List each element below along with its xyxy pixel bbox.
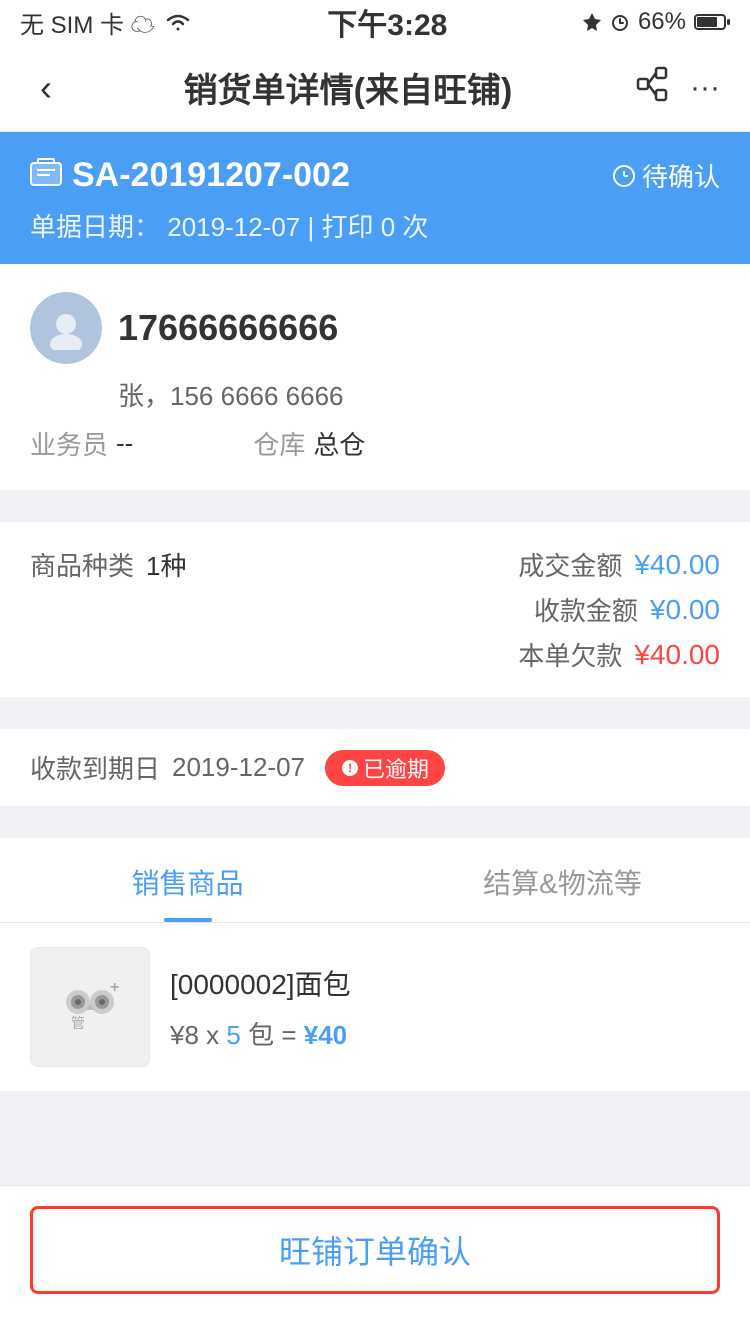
due-date-value: 2019-12-07 xyxy=(172,752,305,783)
avatar xyxy=(30,292,102,364)
status-time: 下午3:28 xyxy=(327,0,447,44)
collected-label: 收款金额 xyxy=(534,591,638,628)
product-item: + 管 [0000002]面包 ¥8 x 5 包 = ¥40 xyxy=(30,947,720,1067)
tab-settlement[interactable]: 结算&物流等 xyxy=(375,838,750,922)
warehouse-label: 仓库 xyxy=(253,425,305,462)
tabs: 销售商品 结算&物流等 xyxy=(0,838,750,923)
confirm-button[interactable]: 旺铺订单确认 xyxy=(30,1206,720,1294)
battery-label: 66% xyxy=(638,8,686,36)
owed-value: ¥40.00 xyxy=(634,639,720,671)
divider-1 xyxy=(0,506,750,522)
due-date-card: 收款到期日 2019-12-07 ! 已逾期 xyxy=(0,729,750,806)
status-left: 无 SIM 卡 ☁ xyxy=(20,5,193,40)
wifi-icon xyxy=(163,11,193,33)
overdue-badge: ! 已逾期 xyxy=(325,750,445,786)
due-date-label: 收款到期日 xyxy=(30,749,160,786)
status-bar: 无 SIM 卡 ☁ 下午3:28 66% xyxy=(0,0,750,44)
order-icon xyxy=(30,156,62,195)
category-value: 1种 xyxy=(146,546,186,583)
nav-bar: ‹ 销货单详情(来自旺铺) ··· xyxy=(0,44,750,132)
warning-icon: ! xyxy=(341,759,359,777)
page-title: 销货单详情(来自旺铺) xyxy=(62,63,634,112)
more-button[interactable]: ··· xyxy=(690,71,720,105)
order-status: 待确认 xyxy=(612,157,720,194)
nav-actions: ··· xyxy=(634,66,720,110)
alarm-icon xyxy=(610,12,630,32)
deal-amount-value: ¥40.00 xyxy=(634,549,720,581)
share-button[interactable] xyxy=(634,66,670,110)
product-name: [0000002]面包 xyxy=(170,963,720,1003)
category-label: 商品种类 xyxy=(30,546,134,583)
customer-card: 17666666666 张，156 6666 6666 业务员 -- 仓库 总仓 xyxy=(0,264,750,490)
sim-label: 无 SIM 卡 ☁ xyxy=(20,5,155,40)
svg-text:管: 管 xyxy=(71,1015,85,1031)
location-icon xyxy=(582,12,602,32)
customer-phone: 17666666666 xyxy=(118,307,338,349)
battery-icon xyxy=(694,13,730,31)
customer-name: 张，156 6666 6666 xyxy=(30,376,720,413)
divider-2 xyxy=(0,713,750,729)
customer-info-row: 业务员 -- 仓库 总仓 xyxy=(30,425,720,462)
order-date: 单据日期： 2019-12-07 | 打印 0 次 xyxy=(30,207,720,244)
product-list: + 管 [0000002]面包 ¥8 x 5 包 = ¥40 xyxy=(0,923,750,1091)
clock-icon xyxy=(612,164,636,188)
back-button[interactable]: ‹ xyxy=(30,57,62,119)
salesperson-label: 业务员 xyxy=(30,425,108,462)
product-logo: + 管 xyxy=(50,972,130,1041)
order-id: SA-20191207-002 xyxy=(30,156,350,195)
svg-text:+: + xyxy=(110,979,119,996)
deal-amount-label: 成交金额 xyxy=(518,546,622,583)
svg-text:!: ! xyxy=(348,761,352,775)
divider-3 xyxy=(0,822,750,838)
summary-card: 商品种类 1种 成交金额 ¥40.00 收款金额 ¥0.00 本单欠款 ¥40.… xyxy=(0,522,750,697)
tab-sales-products[interactable]: 销售商品 xyxy=(0,838,375,922)
warehouse-value: 总仓 xyxy=(313,425,365,462)
product-info: [0000002]面包 ¥8 x 5 包 = ¥40 xyxy=(170,963,720,1052)
bottom-bar: 旺铺订单确认 xyxy=(0,1185,750,1334)
owed-label: 本单欠款 xyxy=(518,636,622,673)
status-right: 66% xyxy=(582,8,730,36)
collected-value: ¥0.00 xyxy=(650,594,720,626)
product-thumbnail: + 管 xyxy=(30,947,150,1067)
order-header: SA-20191207-002 待确认 单据日期： 2019-12-07 | 打… xyxy=(0,132,750,264)
salesperson-value: -- xyxy=(116,428,133,459)
product-price: ¥8 x 5 包 = ¥40 xyxy=(170,1015,720,1052)
